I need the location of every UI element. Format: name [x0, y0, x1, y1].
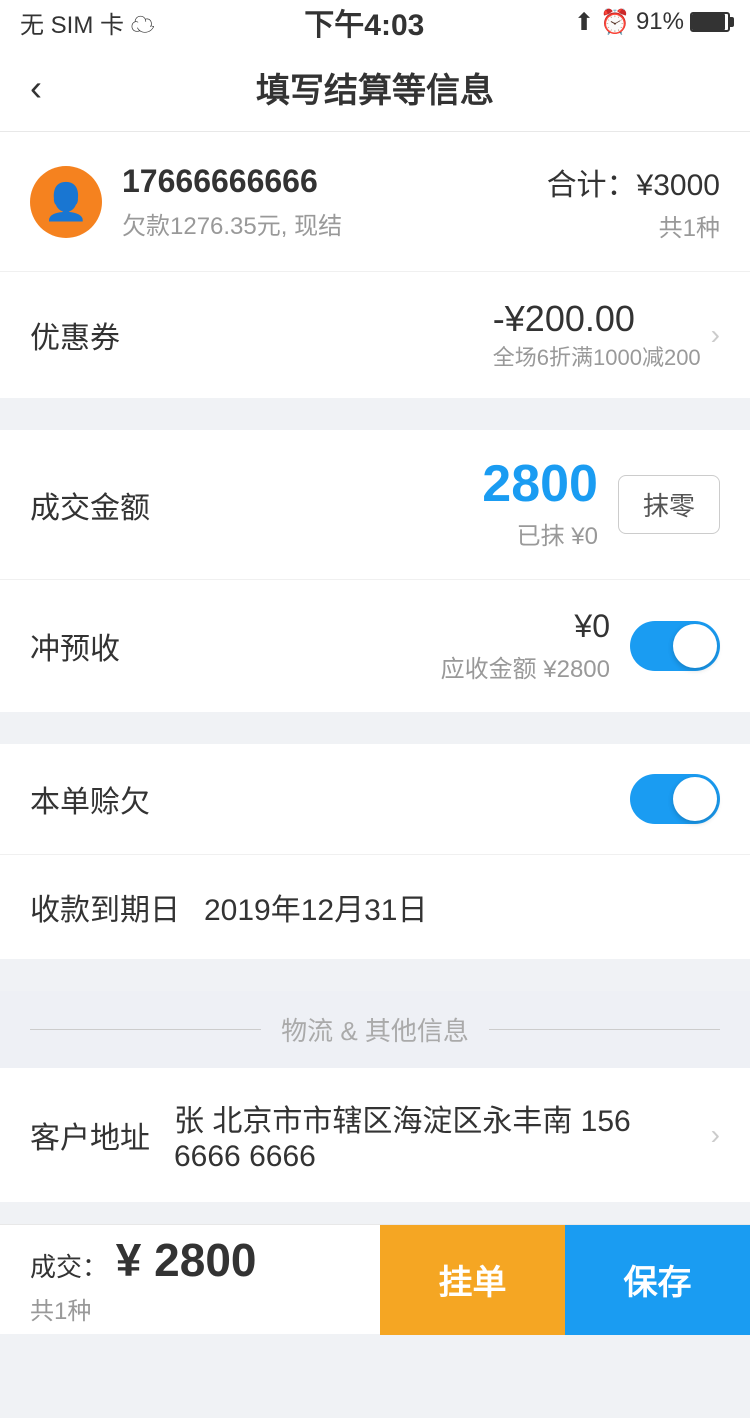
duedate-label: 收款到期日 [30, 885, 180, 929]
avatar-icon: 👤 [44, 181, 89, 223]
bottom-deal-amount: ¥ 2800 [116, 1234, 257, 1286]
total-count: 共1种 [547, 208, 720, 243]
battery-label: 91% [636, 8, 684, 36]
address-chevron-icon: › [711, 1119, 720, 1151]
toggle-knob [673, 624, 717, 668]
back-button[interactable]: ‹ [30, 67, 90, 109]
avatar: 👤 [30, 166, 102, 238]
save-button[interactable]: 保存 [565, 1225, 750, 1335]
duedate-row: 收款到期日 2019年12月31日 [0, 854, 750, 959]
bottom-deal-count: 共1种 [30, 1291, 350, 1326]
status-time: 下午4:03 [304, 0, 424, 44]
sim-label: 无 SIM 卡 ☁ [20, 5, 155, 40]
customer-info: 17666666666 欠款1276.35元, 现结 [122, 163, 547, 241]
arrearage-toggle-knob [673, 777, 717, 821]
precollect-value: ¥0 [441, 608, 610, 645]
precollect-toggle[interactable] [630, 621, 720, 671]
deal-amount-label: 成交金额 [30, 483, 150, 527]
duedate-value: 2019年12月31日 [204, 885, 427, 929]
precollect-value-wrap: ¥0 应收金额 ¥2800 [441, 608, 610, 684]
coupon-row[interactable]: 优惠券 -¥200.00 全场6折满1000减200 › [0, 271, 750, 398]
coupon-discount: -¥200.00 [493, 298, 693, 340]
address-section: 客户地址 张 北京市市辖区海淀区永丰南 156 6666 6666 › [0, 1068, 750, 1202]
customer-total: 合计：¥3000 共1种 [547, 160, 720, 243]
page-title: 填写结算等信息 [90, 63, 660, 112]
customer-row: 👤 17666666666 欠款1276.35元, 现结 合计：¥3000 共1… [0, 132, 750, 271]
bottom-deal-row: 成交： ¥ 2800 [30, 1233, 350, 1287]
arrearage-row: 本单赊欠 [0, 744, 750, 854]
nav-bar: ‹ 填写结算等信息 [0, 44, 750, 132]
coupon-right: -¥200.00 全场6折满1000减200 › [493, 298, 720, 372]
precollect-right: ¥0 应收金额 ¥2800 [441, 608, 720, 684]
customer-section: 👤 17666666666 欠款1276.35元, 现结 合计：¥3000 共1… [0, 132, 750, 398]
deal-amount-right: 2800 已抹 ¥0 抹零 [482, 458, 720, 551]
divider-line-left [30, 1029, 261, 1030]
precollect-row: 冲预收 ¥0 应收金额 ¥2800 [0, 579, 750, 712]
status-right: ⬆ ⏰ 91% [574, 8, 730, 37]
spacer3 [0, 975, 750, 991]
divider-label: 物流 & 其他信息 [0, 991, 750, 1068]
hang-order-button[interactable]: 挂单 [380, 1225, 565, 1335]
status-bar: 无 SIM 卡 ☁ 下午4:03 ⬆ ⏰ 91% [0, 0, 750, 44]
chevron-right-icon: › [711, 319, 720, 351]
deal-amount-sub: 已抹 ¥0 [482, 516, 598, 551]
address-value: 张 北京市市辖区海淀区永丰南 156 6666 6666 [174, 1096, 701, 1174]
round-off-button[interactable]: 抹零 [618, 475, 720, 534]
bottom-deal-label: 成交： [30, 1252, 108, 1282]
divider-line-right [489, 1029, 720, 1030]
arrearage-label: 本单赊欠 [30, 777, 150, 821]
precollect-label: 冲预收 [30, 624, 120, 668]
coupon-desc: 全场6折满1000减200 [493, 340, 701, 372]
status-left: 无 SIM 卡 ☁ [20, 5, 155, 40]
spacer2 [0, 728, 750, 744]
customer-debt: 欠款1276.35元, 现结 [122, 206, 547, 241]
location-icon: ⬆ [574, 8, 594, 37]
deal-amount-value: 2800 [482, 458, 598, 510]
bottom-bar: 成交： ¥ 2800 共1种 挂单 保存 [0, 1224, 750, 1334]
deal-amount-row: 成交金额 2800 已抹 ¥0 抹零 [0, 430, 750, 579]
spacer [0, 414, 750, 430]
customer-phone: 17666666666 [122, 163, 547, 200]
battery-icon [690, 12, 730, 32]
total-amount: 合计：¥3000 [547, 160, 720, 204]
precollect-sub: 应收金额 ¥2800 [441, 649, 610, 684]
address-row[interactable]: 客户地址 张 北京市市辖区海淀区永丰南 156 6666 6666 › [0, 1068, 750, 1202]
arrearage-section: 本单赊欠 收款到期日 2019年12月31日 [0, 744, 750, 959]
deal-amount-value-wrap: 2800 已抹 ¥0 [482, 458, 598, 551]
address-label: 客户地址 [30, 1113, 150, 1157]
arrearage-toggle[interactable] [630, 774, 720, 824]
amount-section: 成交金额 2800 已抹 ¥0 抹零 冲预收 ¥0 应收金额 ¥2800 [0, 430, 750, 712]
alarm-icon: ⏰ [600, 8, 630, 37]
divider-text: 物流 & 其他信息 [261, 1011, 489, 1048]
coupon-label: 优惠券 [30, 313, 120, 357]
bottom-summary: 成交： ¥ 2800 共1种 [0, 1233, 380, 1326]
